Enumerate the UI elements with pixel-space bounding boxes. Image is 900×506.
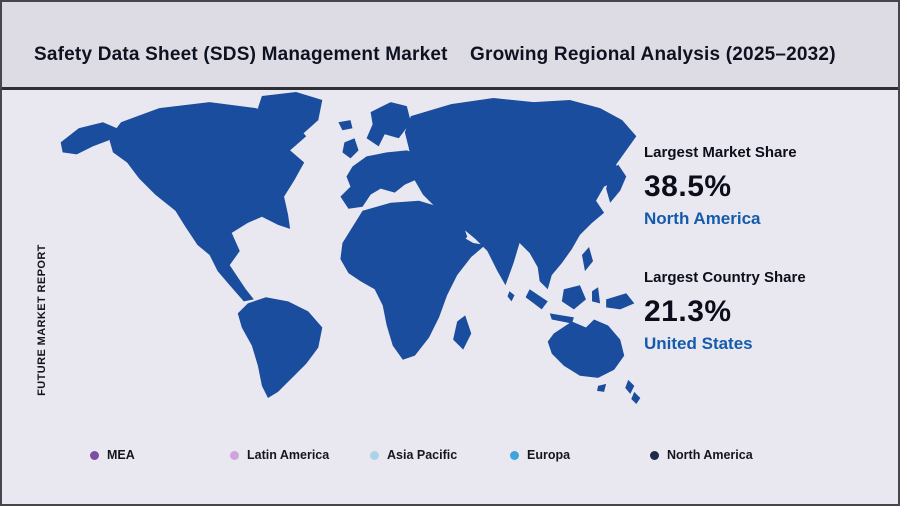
sumatra-landmass xyxy=(525,289,548,310)
legend-label-latin-america: Latin America xyxy=(247,448,330,462)
largest-country-share-value: 21.3% xyxy=(644,295,732,328)
philippines-landmass xyxy=(581,246,594,272)
legend-label-europa: Europa xyxy=(527,448,571,462)
legend-dot-europa xyxy=(510,450,519,460)
australia-landmass xyxy=(547,319,625,378)
stats-panel: Largest Market Share 38.5% North America… xyxy=(644,144,890,354)
legend-dot-mea xyxy=(90,450,99,460)
legend-item-europa: Europa xyxy=(510,448,650,462)
largest-market-share-value: 38.5% xyxy=(644,170,732,203)
legend-label-asia-pacific: Asia Pacific xyxy=(387,448,458,462)
madagascar-landmass xyxy=(453,315,472,350)
south-america-landmass xyxy=(237,297,323,398)
legend-dot-north-america xyxy=(650,450,659,460)
new-guinea-landmass xyxy=(606,293,635,310)
sulawesi-landmass xyxy=(592,287,601,304)
tasmania-landmass xyxy=(597,383,607,392)
largest-country-share-region: United States xyxy=(644,334,753,353)
legend-dot-latin-america xyxy=(230,450,239,460)
header: Safety Data Sheet (SDS) Management Marke… xyxy=(2,2,898,90)
new-zealand-south-landmass xyxy=(631,391,641,404)
largest-country-share-label: Largest Country Share xyxy=(644,269,806,286)
page-title-right: Growing Regional Analysis (2025–2032) xyxy=(470,44,836,65)
united-kingdom-landmass xyxy=(342,138,359,159)
infographic: Safety Data Sheet (SDS) Management Marke… xyxy=(0,0,900,506)
scandinavia-landmass xyxy=(366,102,411,147)
legend-item-asia-pacific: Asia Pacific xyxy=(370,448,510,462)
legend-item-north-america: North America xyxy=(650,448,790,462)
borneo-landmass xyxy=(561,285,586,310)
page-title-left: Safety Data Sheet (SDS) Management Marke… xyxy=(34,44,448,65)
brand-watermark: FUTURE MARKET REPORT xyxy=(36,244,48,396)
iceland-landmass xyxy=(338,120,353,131)
new-zealand-north-landmass xyxy=(625,379,635,394)
sri-lanka-landmass xyxy=(507,291,515,302)
java-landmass xyxy=(549,313,574,324)
largest-market-share-region: North America xyxy=(644,209,761,228)
legend-item-mea: MEA xyxy=(90,448,230,462)
world-map xyxy=(60,92,641,404)
alaska-landmass xyxy=(60,122,117,155)
legend-label-mea: MEA xyxy=(107,448,135,462)
legend-label-north-america: North America xyxy=(667,448,753,462)
legend-item-latin-america: Latin America xyxy=(230,448,370,462)
largest-market-share-label: Largest Market Share xyxy=(644,144,797,161)
legend: MEA Latin America Asia Pacific Europa No… xyxy=(90,448,790,462)
legend-dot-asia-pacific xyxy=(370,450,379,460)
